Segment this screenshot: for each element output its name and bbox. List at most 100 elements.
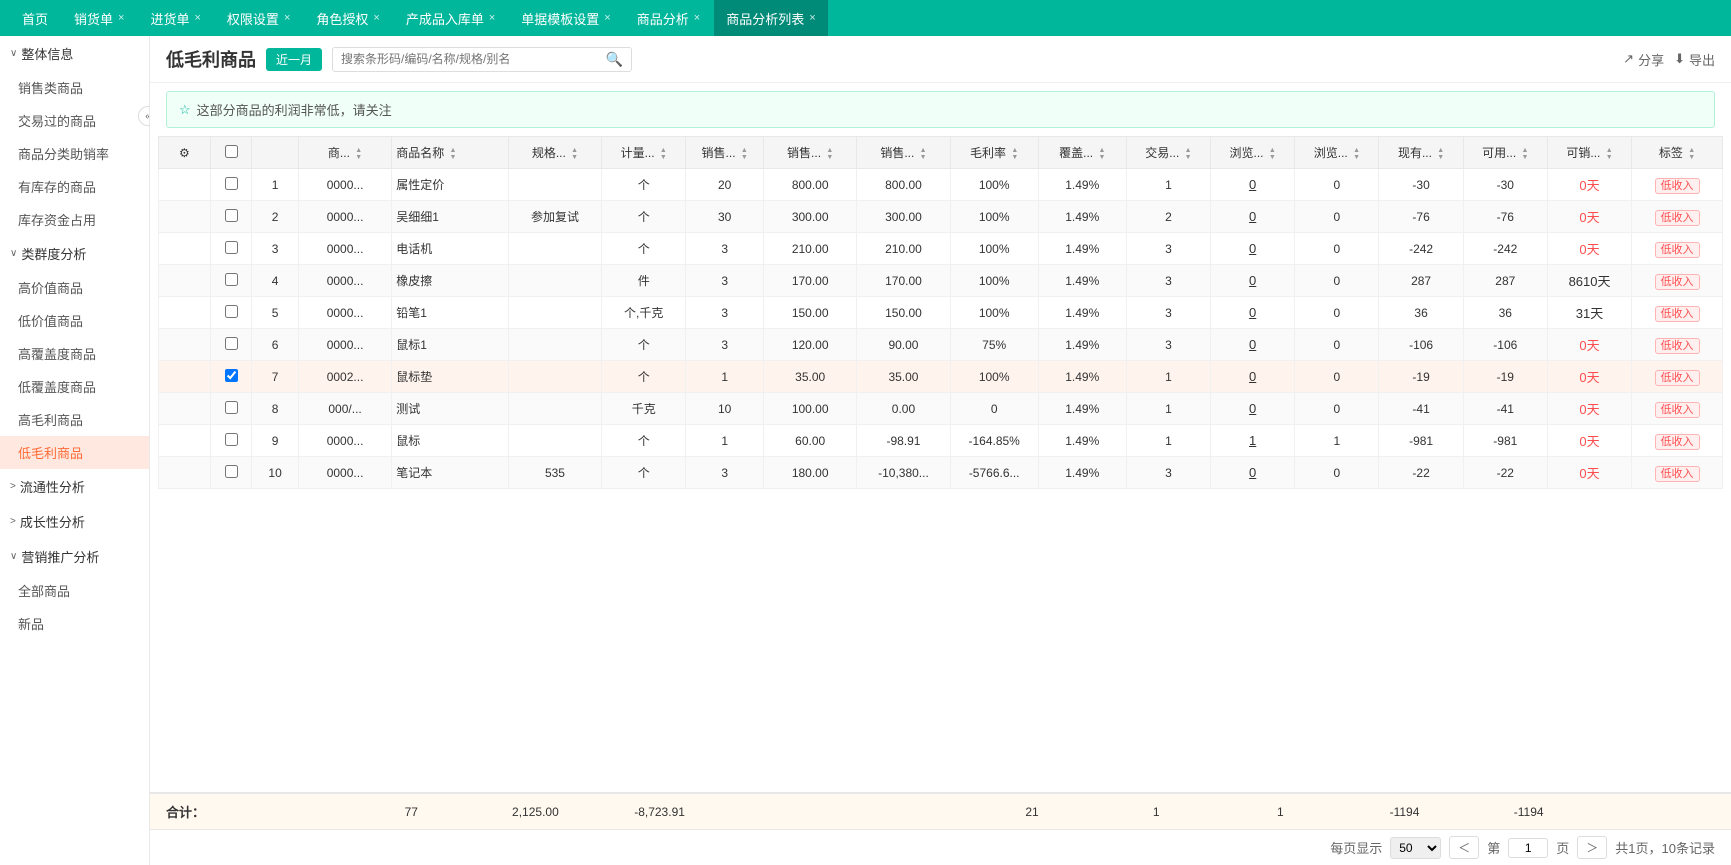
row-cover: 1.49% (1038, 233, 1126, 265)
row-browse1[interactable]: 0 (1211, 265, 1295, 297)
nav-close-icon[interactable]: × (694, 12, 700, 24)
sidebar-item-有库存的商品[interactable]: 有库存的商品 (0, 170, 149, 203)
row-checkbox[interactable] (225, 273, 238, 286)
select-all-checkbox[interactable] (225, 145, 238, 158)
row-browse1[interactable]: 0 (1211, 329, 1295, 361)
nav-item-首页[interactable]: 首页 (10, 0, 60, 36)
nav-close-icon[interactable]: × (604, 12, 610, 24)
row-checkbox[interactable] (225, 209, 238, 222)
th-cover[interactable]: 覆盖... ▲▼ (1038, 137, 1126, 169)
page-number-input[interactable] (1508, 838, 1548, 858)
next-page-btn[interactable]: ＞ (1577, 836, 1607, 859)
page-size-select[interactable]: 50 100 (1390, 837, 1441, 859)
row-check[interactable] (210, 233, 251, 265)
th-name[interactable]: 商品名称 ▲▼ (392, 137, 509, 169)
sidebar-item-高价值商品[interactable]: 高价值商品 (0, 271, 149, 304)
nav-item-单据模板设置[interactable]: 单据模板设置× (509, 0, 622, 36)
export-btn[interactable]: ⬇ 导出 (1674, 50, 1715, 69)
row-checkbox[interactable] (225, 465, 238, 478)
row-checkbox[interactable] (225, 401, 238, 414)
search-input[interactable] (341, 52, 606, 66)
filter-btn[interactable]: 近一月 (266, 48, 322, 71)
sidebar-item-库存资金占用[interactable]: 库存资金占用 (0, 203, 149, 236)
sidebar-item-新品[interactable]: 新品 (0, 607, 149, 640)
th-unit[interactable]: 计量... ▲▼ (602, 137, 686, 169)
row-checkbox[interactable] (225, 337, 238, 350)
th-tag[interactable]: 标签 ▲▼ (1632, 137, 1723, 169)
nav-close-icon[interactable]: × (194, 12, 200, 24)
row-spec: 参加复试 (508, 201, 601, 233)
row-browse1[interactable]: 0 (1211, 201, 1295, 233)
th-saleable[interactable]: 可销... ▲▼ (1547, 137, 1631, 169)
row-check[interactable] (210, 425, 251, 457)
th-trans[interactable]: 交易... ▲▼ (1126, 137, 1210, 169)
row-check[interactable] (210, 297, 251, 329)
row-checkbox[interactable] (225, 177, 238, 190)
nav-item-产成品入库单[interactable]: 产成品入库单× (394, 0, 507, 36)
row-browse1[interactable]: 0 (1211, 297, 1295, 329)
sidebar-group-成长性分析[interactable]: >成长性分析 (0, 504, 149, 539)
row-checkbox[interactable] (225, 305, 238, 318)
row-checkbox[interactable] (225, 241, 238, 254)
th-qty[interactable]: 销售... ▲▼ (686, 137, 764, 169)
th-current[interactable]: 现有... ▲▼ (1379, 137, 1463, 169)
nav-close-icon[interactable]: × (284, 12, 290, 24)
th-browse1[interactable]: 浏览... ▲▼ (1211, 137, 1295, 169)
row-settings (159, 201, 211, 233)
row-browse1[interactable]: 0 (1211, 233, 1295, 265)
sidebar-item-低价值商品[interactable]: 低价值商品 (0, 304, 149, 337)
th-price1[interactable]: 销售... ▲▼ (764, 137, 857, 169)
row-browse1[interactable]: 0 (1211, 457, 1295, 489)
notice-bar: ☆ 这部分商品的利润非常低，请关注 (166, 91, 1715, 128)
nav-item-进货单[interactable]: 进货单× (138, 0, 212, 36)
row-check[interactable] (210, 457, 251, 489)
sidebar-item-销售类商品[interactable]: 销售类商品 (0, 71, 149, 104)
sidebar-group-流通性分析[interactable]: >流通性分析 (0, 469, 149, 504)
th-spec[interactable]: 规格... ▲▼ (508, 137, 601, 169)
th-code[interactable]: 商... ▲▼ (298, 137, 391, 169)
th-margin-rate[interactable]: 毛利率 ▲▼ (950, 137, 1038, 169)
nav-close-icon[interactable]: × (373, 12, 379, 24)
row-browse1[interactable]: 0 (1211, 169, 1295, 201)
nav-item-商品分析列表[interactable]: 商品分析列表× (714, 0, 827, 36)
row-check[interactable] (210, 169, 251, 201)
nav-close-icon[interactable]: × (809, 12, 815, 24)
nav-item-商品分析[interactable]: 商品分析× (625, 0, 712, 36)
row-checkbox[interactable] (225, 433, 238, 446)
sidebar-item-高毛利商品[interactable]: 高毛利商品 (0, 403, 149, 436)
sidebar-item-交易过的商品[interactable]: 交易过的商品 (0, 104, 149, 137)
row-check[interactable] (210, 393, 251, 425)
sidebar-item-高覆盖度商品[interactable]: 高覆盖度商品 (0, 337, 149, 370)
share-btn[interactable]: ↗ 分享 (1623, 50, 1664, 69)
sidebar-group-整体信息[interactable]: ∨整体信息 (0, 36, 149, 71)
row-current: -30 (1379, 169, 1463, 201)
prev-page-btn[interactable]: ＜ (1449, 836, 1479, 859)
sidebar-item-低覆盖度商品[interactable]: 低覆盖度商品 (0, 370, 149, 403)
sidebar-item-全部商品[interactable]: 全部商品 (0, 574, 149, 607)
sidebar-group-类群度分析[interactable]: ∨类群度分析 (0, 236, 149, 271)
th-settings[interactable]: ⚙ (159, 137, 211, 169)
nav-item-角色授权[interactable]: 角色授权× (304, 0, 391, 36)
nav-item-权限设置[interactable]: 权限设置× (215, 0, 302, 36)
row-browse1[interactable]: 1 (1211, 425, 1295, 457)
row-check[interactable] (210, 265, 251, 297)
sidebar-item-商品分类助销率[interactable]: 商品分类助销率 (0, 137, 149, 170)
row-checkbox[interactable] (225, 369, 238, 382)
row-check[interactable] (210, 361, 251, 393)
row-current: -76 (1379, 201, 1463, 233)
row-spec (508, 361, 601, 393)
row-check[interactable] (210, 329, 251, 361)
nav-close-icon[interactable]: × (489, 12, 495, 24)
sidebar-item-低毛利商品[interactable]: 低毛利商品 (0, 436, 149, 469)
th-avail[interactable]: 可用... ▲▼ (1463, 137, 1547, 169)
row-check[interactable] (210, 201, 251, 233)
th-price2[interactable]: 销售... ▲▼ (857, 137, 950, 169)
row-browse1[interactable]: 0 (1211, 393, 1295, 425)
nav-close-icon[interactable]: × (118, 12, 124, 24)
row-browse1[interactable]: 0 (1211, 361, 1295, 393)
th-check[interactable] (210, 137, 251, 169)
sidebar-group-营销推广分析[interactable]: ∨营销推广分析 (0, 539, 149, 574)
nav-item-销货单[interactable]: 销货单× (62, 0, 136, 36)
th-browse2[interactable]: 浏览... ▲▼ (1295, 137, 1379, 169)
row-num: 5 (252, 297, 299, 329)
